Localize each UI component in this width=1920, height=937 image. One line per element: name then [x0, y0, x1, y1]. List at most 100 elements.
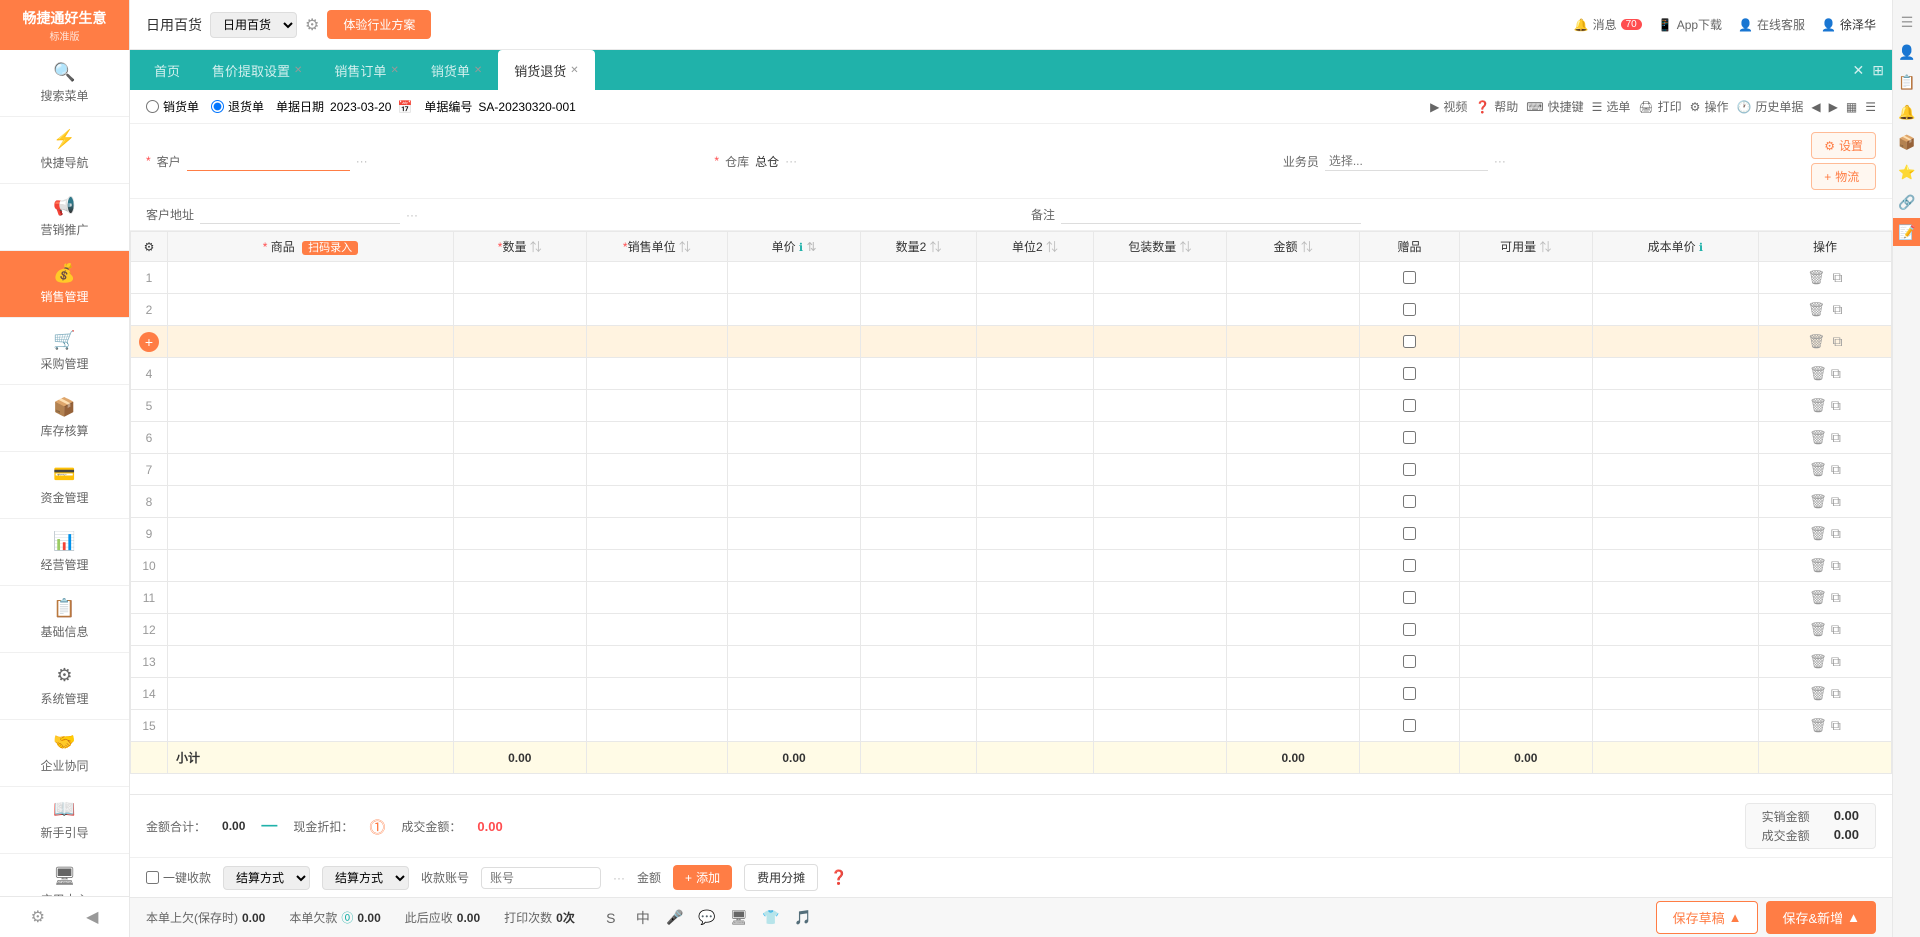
unit-price-cell[interactable]: [728, 326, 861, 358]
quantity-cell[interactable]: [453, 262, 586, 294]
history-button[interactable]: 🕐 历史单据: [1736, 98, 1803, 115]
delete-row-icon[interactable]: 🗑: [1809, 653, 1827, 669]
operate-button[interactable]: ⚙ 操作: [1690, 98, 1729, 115]
cost-price-info-icon[interactable]: ℹ: [1699, 242, 1703, 254]
package-qty-cell[interactable]: [1093, 294, 1227, 326]
copy-row-icon[interactable]: ⧉: [1831, 525, 1841, 541]
unit2-cell[interactable]: [977, 294, 1093, 326]
delete-row-icon[interactable]: 🗑: [1809, 429, 1827, 445]
tab-close-icon[interactable]: ✕: [294, 65, 302, 76]
sidebar-item-sales[interactable]: 💰 销售管理: [0, 251, 129, 318]
sort-quantity-icon[interactable]: ⇅: [530, 240, 542, 254]
sidebar-item-cooperation[interactable]: 🤝 企业协同: [0, 720, 129, 787]
delete-row-icon[interactable]: 🗑: [1809, 493, 1827, 509]
delete-row-icon[interactable]: 🗑: [1807, 333, 1825, 349]
address-more-icon[interactable]: ···: [406, 208, 418, 222]
warehouse-more-icon[interactable]: ···: [785, 154, 797, 168]
sort-unit-icon[interactable]: ⇅: [679, 240, 691, 254]
delete-row-icon[interactable]: 🗑: [1809, 397, 1827, 413]
toolbar-icon-4[interactable]: 💬: [695, 906, 719, 930]
product-input-1[interactable]: [176, 271, 445, 285]
quantity-cell[interactable]: [453, 326, 586, 358]
quantity2-cell[interactable]: [861, 326, 977, 358]
unit-price-cell[interactable]: [728, 294, 861, 326]
copy-row-icon[interactable]: ⧉: [1831, 397, 1841, 413]
quantity2-cell[interactable]: [861, 262, 977, 294]
sort-unit2-icon[interactable]: ⇅: [1046, 240, 1058, 254]
copy-row-icon[interactable]: ⧉: [1831, 685, 1841, 701]
side-btn-5[interactable]: 📦: [1893, 128, 1920, 156]
side-btn-1[interactable]: ☰: [1893, 8, 1920, 36]
select-order-button[interactable]: ☰ 选单: [1592, 98, 1631, 115]
delete-row-icon[interactable]: 🗑: [1807, 269, 1825, 285]
tab-close-icon[interactable]: ✕: [570, 65, 578, 76]
amount-cell[interactable]: [1227, 326, 1360, 358]
amount-cell[interactable]: [1227, 262, 1360, 294]
delete-row-icon[interactable]: 🗑: [1809, 589, 1827, 605]
settings-button[interactable]: ⚙ 设置: [1811, 132, 1876, 159]
cost-price-cell[interactable]: [1592, 262, 1758, 294]
copy-row-icon[interactable]: ⧉: [1831, 653, 1841, 669]
copy-row-icon[interactable]: ⧉: [1831, 493, 1841, 509]
sidebar-item-guide[interactable]: 📖 新手引导: [0, 787, 129, 854]
delete-row-icon[interactable]: 🗑: [1809, 717, 1827, 733]
gift-checkbox[interactable]: [1403, 495, 1416, 508]
account-more-icon[interactable]: ···: [613, 871, 625, 885]
quantity-cell[interactable]: [453, 294, 586, 326]
copy-row-icon[interactable]: ⧉: [1831, 557, 1841, 573]
tab-price-settings[interactable]: 售价提取设置 ✕: [196, 50, 318, 90]
copy-row-icon[interactable]: ⧉: [1833, 333, 1843, 349]
toolbar-icon-1[interactable]: S: [599, 906, 623, 930]
side-btn-4[interactable]: 🔔: [1893, 98, 1920, 126]
save-new-button[interactable]: 保存&新增 ▲: [1766, 901, 1876, 934]
amount-cell[interactable]: [1227, 294, 1360, 326]
scan-input-button[interactable]: 扫码录入: [302, 241, 358, 255]
gift-checkbox[interactable]: [1403, 559, 1416, 572]
app-download-button[interactable]: 📱 App下载: [1658, 16, 1722, 33]
settlement-method-select[interactable]: 结算方式: [223, 866, 310, 890]
tab-sales-return[interactable]: 销货退货 ✕: [498, 50, 594, 90]
gift-checkbox[interactable]: [1403, 463, 1416, 476]
copy-row-icon[interactable]: ⧉: [1833, 301, 1843, 317]
remark-input[interactable]: [1061, 205, 1361, 224]
radio-sales-order[interactable]: 销货单: [146, 98, 199, 115]
add-payment-button[interactable]: + 添加: [673, 865, 732, 890]
sidebar-collapse-icon[interactable]: ◀: [86, 907, 98, 927]
cost-price-cell[interactable]: [1592, 294, 1758, 326]
gift-checkbox[interactable]: [1403, 655, 1416, 668]
toolbar-icon-5[interactable]: 🖥: [727, 906, 751, 930]
tab-close-icon[interactable]: ✕: [474, 65, 482, 76]
product-cell[interactable]: [168, 262, 454, 294]
tab-close-icon[interactable]: ✕: [390, 65, 398, 76]
salesman-more-icon[interactable]: ···: [1494, 154, 1506, 168]
unit-price-cell[interactable]: [728, 262, 861, 294]
customer-more-icon[interactable]: ···: [356, 154, 368, 168]
gift-checkbox[interactable]: [1403, 399, 1416, 412]
gift-checkbox[interactable]: [1403, 623, 1416, 636]
unit2-cell[interactable]: [977, 326, 1093, 358]
sidebar-item-shortcuts[interactable]: ⚡ 快捷导航: [0, 117, 129, 184]
online-service-button[interactable]: 👤 在线客服: [1738, 16, 1805, 33]
copy-row-icon[interactable]: ⧉: [1831, 621, 1841, 637]
customer-input[interactable]: [187, 152, 350, 171]
radio-return[interactable]: 退货单: [211, 98, 264, 115]
sidebar-item-search[interactable]: 🔍 搜索菜单: [0, 50, 129, 117]
delete-row-icon[interactable]: 🗑: [1809, 365, 1827, 381]
available-cell[interactable]: [1459, 326, 1592, 358]
toolbar-icon-2[interactable]: 中: [631, 906, 655, 930]
sidebar-settings-icon[interactable]: ⚙: [31, 907, 45, 927]
gift-checkbox[interactable]: [1403, 367, 1416, 380]
delete-row-icon[interactable]: 🗑: [1807, 301, 1825, 317]
shortcut-button[interactable]: ⌨ 快捷键: [1526, 98, 1583, 115]
sort-pkg-icon[interactable]: ⇅: [1180, 240, 1192, 254]
sales-unit-cell[interactable]: [586, 262, 727, 294]
tab-sales-invoice[interactable]: 销货单 ✕: [415, 50, 498, 90]
grid-view-icon[interactable]: ▦: [1846, 100, 1857, 114]
close-tab-icon[interactable]: ✕: [1853, 62, 1865, 79]
copy-row-icon[interactable]: ⧉: [1831, 717, 1841, 733]
gift-checkbox-3[interactable]: [1403, 335, 1416, 348]
sidebar-item-marketing[interactable]: 📢 营销推广: [0, 184, 129, 251]
side-btn-6[interactable]: ⭐: [1893, 158, 1920, 186]
sales-unit-cell[interactable]: [586, 326, 727, 358]
sales-unit-cell[interactable]: [586, 294, 727, 326]
